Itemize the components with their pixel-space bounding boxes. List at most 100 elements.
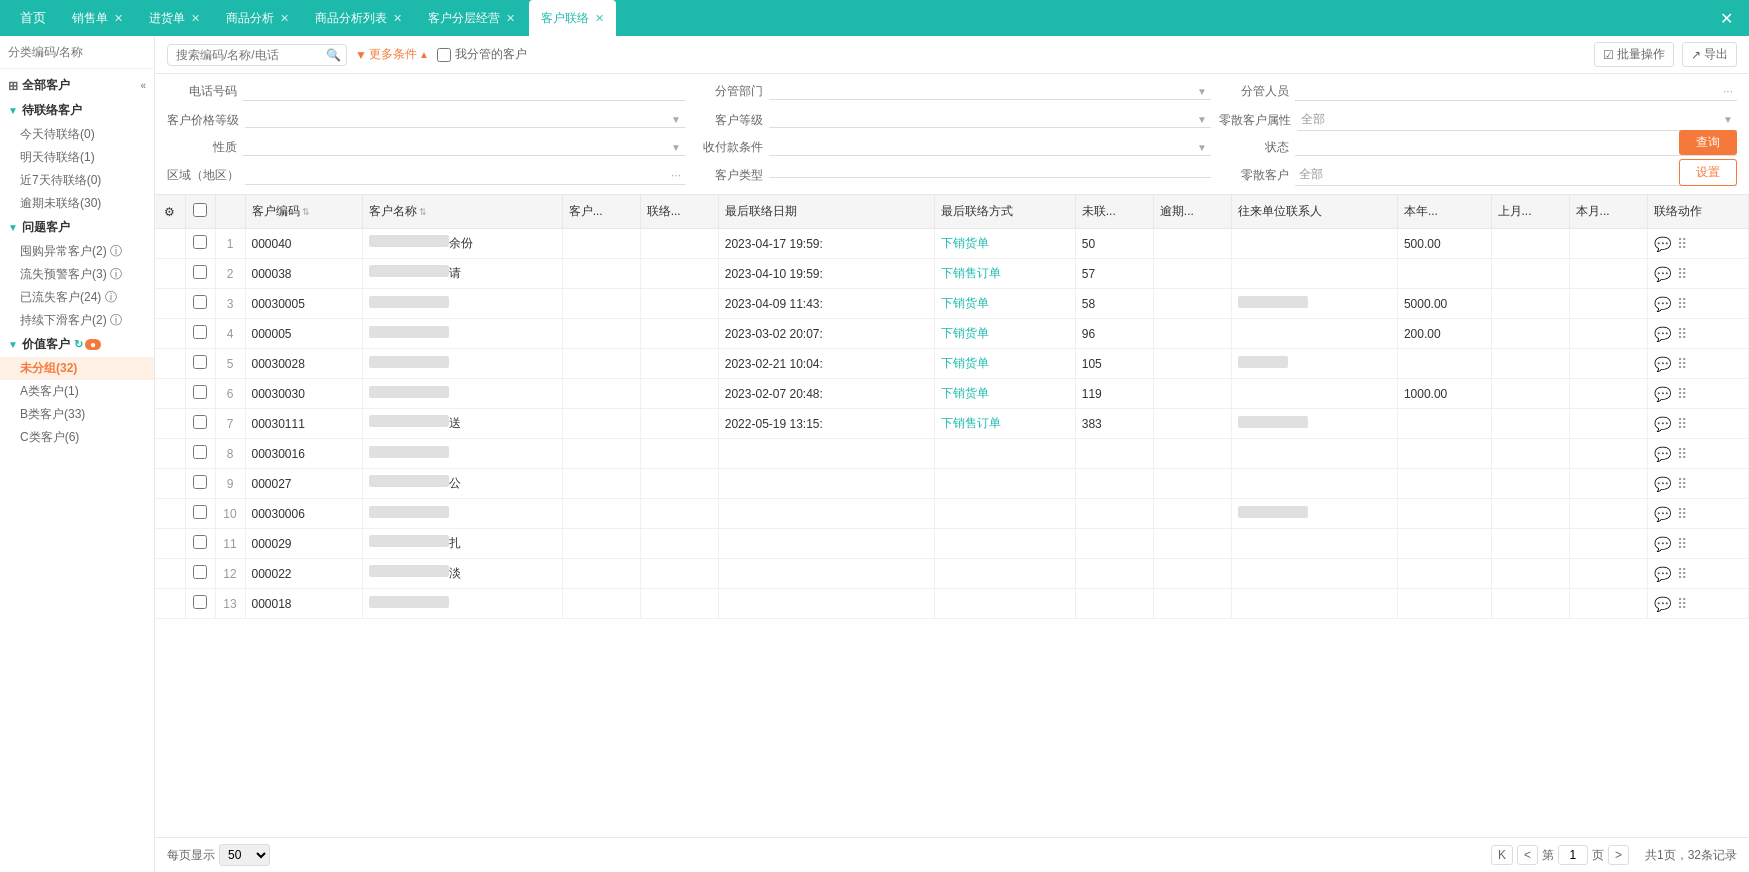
first-page-button[interactable]: K: [1491, 845, 1513, 865]
more-icon[interactable]: ⠿: [1677, 476, 1687, 492]
th-last-month[interactable]: 上月...: [1491, 195, 1569, 229]
row-checkbox[interactable]: [193, 265, 207, 279]
th-last-contact-method[interactable]: 最后联络方式: [934, 195, 1075, 229]
next-page-button[interactable]: >: [1608, 845, 1629, 865]
th-checkbox[interactable]: [185, 195, 215, 229]
td-checkbox[interactable]: [185, 259, 215, 289]
close-tab-icon[interactable]: ✕: [506, 12, 515, 25]
customer-type-select[interactable]: [769, 173, 1211, 178]
td-checkbox[interactable]: [185, 319, 215, 349]
close-tab-icon[interactable]: ✕: [393, 12, 402, 25]
page-number-input[interactable]: [1558, 845, 1588, 865]
sidebar-all-customers[interactable]: ⊞ 全部客户 «: [0, 73, 154, 98]
td-checkbox[interactable]: [185, 529, 215, 559]
message-icon[interactable]: 💬: [1654, 596, 1671, 612]
nav-tab-sales[interactable]: 销售单 ✕: [60, 0, 135, 36]
th-this-year[interactable]: 本年...: [1397, 195, 1491, 229]
message-icon[interactable]: 💬: [1654, 386, 1671, 402]
filter-search-input[interactable]: [176, 48, 326, 62]
message-icon[interactable]: 💬: [1654, 566, 1671, 582]
row-checkbox[interactable]: [193, 295, 207, 309]
close-tab-icon[interactable]: ✕: [191, 12, 200, 25]
contact-method-link[interactable]: 下销售订单: [941, 416, 1001, 430]
row-checkbox[interactable]: [193, 415, 207, 429]
td-checkbox[interactable]: [185, 379, 215, 409]
th-contact[interactable]: 联络...: [640, 195, 718, 229]
more-icon[interactable]: ⠿: [1677, 326, 1687, 342]
sidebar-group-pending[interactable]: ▼ 待联络客户: [0, 98, 154, 123]
nature-select[interactable]: ▼: [243, 140, 685, 156]
th-last-contact-date[interactable]: 最后联络日期: [718, 195, 934, 229]
payment-select[interactable]: ▼: [769, 140, 1211, 156]
my-customers-check-input[interactable]: [437, 48, 451, 62]
sidebar-item-overdue[interactable]: 逾期未联络(30): [0, 192, 154, 215]
td-checkbox[interactable]: [185, 559, 215, 589]
manager-select[interactable]: ···: [1295, 82, 1737, 101]
window-close-button[interactable]: ✕: [1712, 9, 1741, 28]
sidebar-item-tomorrow[interactable]: 明天待联络(1): [0, 146, 154, 169]
message-icon[interactable]: 💬: [1654, 296, 1671, 312]
close-tab-active-icon[interactable]: ✕: [595, 12, 604, 25]
retail-customer-select[interactable]: 全部 ▼: [1295, 164, 1737, 186]
row-checkbox[interactable]: [193, 445, 207, 459]
td-checkbox[interactable]: [185, 349, 215, 379]
more-icon[interactable]: ⠿: [1677, 536, 1687, 552]
th-name[interactable]: 客户名称⇅: [363, 195, 562, 229]
more-icon[interactable]: ⠿: [1677, 236, 1687, 252]
more-icon[interactable]: ⠿: [1677, 416, 1687, 432]
sidebar-item-churned[interactable]: 已流失客户(24) ⓘ: [0, 286, 154, 309]
sidebar-item-declining[interactable]: 持续下滑客户(2) ⓘ: [0, 309, 154, 332]
row-checkbox[interactable]: [193, 595, 207, 609]
th-no-contact[interactable]: 未联...: [1075, 195, 1153, 229]
retail-attr-select[interactable]: 全部 ▼: [1297, 109, 1737, 131]
nav-tab-analysis-list[interactable]: 商品分析列表 ✕: [303, 0, 414, 36]
message-icon[interactable]: 💬: [1654, 266, 1671, 282]
query-button[interactable]: 查询: [1679, 130, 1737, 155]
sidebar-item-class-c[interactable]: C类客户(6): [0, 426, 154, 449]
message-icon[interactable]: 💬: [1654, 326, 1671, 342]
contact-method-link[interactable]: 下销售订单: [941, 266, 1001, 280]
dept-select[interactable]: ▼: [769, 84, 1211, 100]
message-icon[interactable]: 💬: [1654, 446, 1671, 462]
sidebar-item-churn-warning[interactable]: 流失预警客户(3) ⓘ: [0, 263, 154, 286]
td-checkbox[interactable]: [185, 409, 215, 439]
export-button[interactable]: ↗ 导出: [1682, 42, 1737, 67]
contact-method-link[interactable]: 下销货单: [941, 386, 989, 400]
sidebar-search-input[interactable]: [8, 45, 155, 59]
collapse-arrow-icon[interactable]: «: [140, 80, 146, 91]
td-checkbox[interactable]: [185, 499, 215, 529]
row-checkbox[interactable]: [193, 385, 207, 399]
row-checkbox[interactable]: [193, 235, 207, 249]
filter-more-conditions[interactable]: ▼ 更多条件 ▲: [355, 46, 429, 63]
price-level-select[interactable]: ▼: [245, 112, 685, 128]
td-checkbox[interactable]: [185, 439, 215, 469]
region-select[interactable]: ···: [245, 166, 685, 185]
td-checkbox[interactable]: [185, 229, 215, 259]
more-icon[interactable]: ⠿: [1677, 356, 1687, 372]
th-type[interactable]: 客户...: [562, 195, 640, 229]
contact-method-link[interactable]: 下销货单: [941, 296, 989, 310]
message-icon[interactable]: 💬: [1654, 236, 1671, 252]
contact-method-link[interactable]: 下销货单: [941, 236, 989, 250]
th-unit-contact[interactable]: 往来单位联系人: [1231, 195, 1397, 229]
th-overdue[interactable]: 逾期...: [1153, 195, 1231, 229]
row-checkbox[interactable]: [193, 565, 207, 579]
nav-tab-customer-contact[interactable]: 客户联络 ✕: [529, 0, 616, 36]
message-icon[interactable]: 💬: [1654, 356, 1671, 372]
select-all-checkbox[interactable]: [193, 203, 207, 217]
sidebar-group-problem[interactable]: ▼ 问题客户: [0, 215, 154, 240]
contact-method-link[interactable]: 下销货单: [941, 356, 989, 370]
row-checkbox[interactable]: [193, 355, 207, 369]
row-checkbox[interactable]: [193, 505, 207, 519]
batch-operations-button[interactable]: ☑ 批量操作: [1594, 42, 1674, 67]
th-this-month[interactable]: 本月...: [1569, 195, 1647, 229]
message-icon[interactable]: 💬: [1654, 476, 1671, 492]
sidebar-item-class-b[interactable]: B类客户(33): [0, 403, 154, 426]
sidebar-item-ungraded[interactable]: 未分组(32): [0, 357, 154, 380]
filter-search-box[interactable]: 🔍: [167, 44, 347, 66]
nav-home[interactable]: 首页: [8, 0, 58, 36]
more-icon[interactable]: ⠿: [1677, 296, 1687, 312]
nav-tab-customer-mgmt[interactable]: 客户分层经营 ✕: [416, 0, 527, 36]
td-checkbox[interactable]: [185, 589, 215, 619]
prev-page-button[interactable]: <: [1517, 845, 1538, 865]
